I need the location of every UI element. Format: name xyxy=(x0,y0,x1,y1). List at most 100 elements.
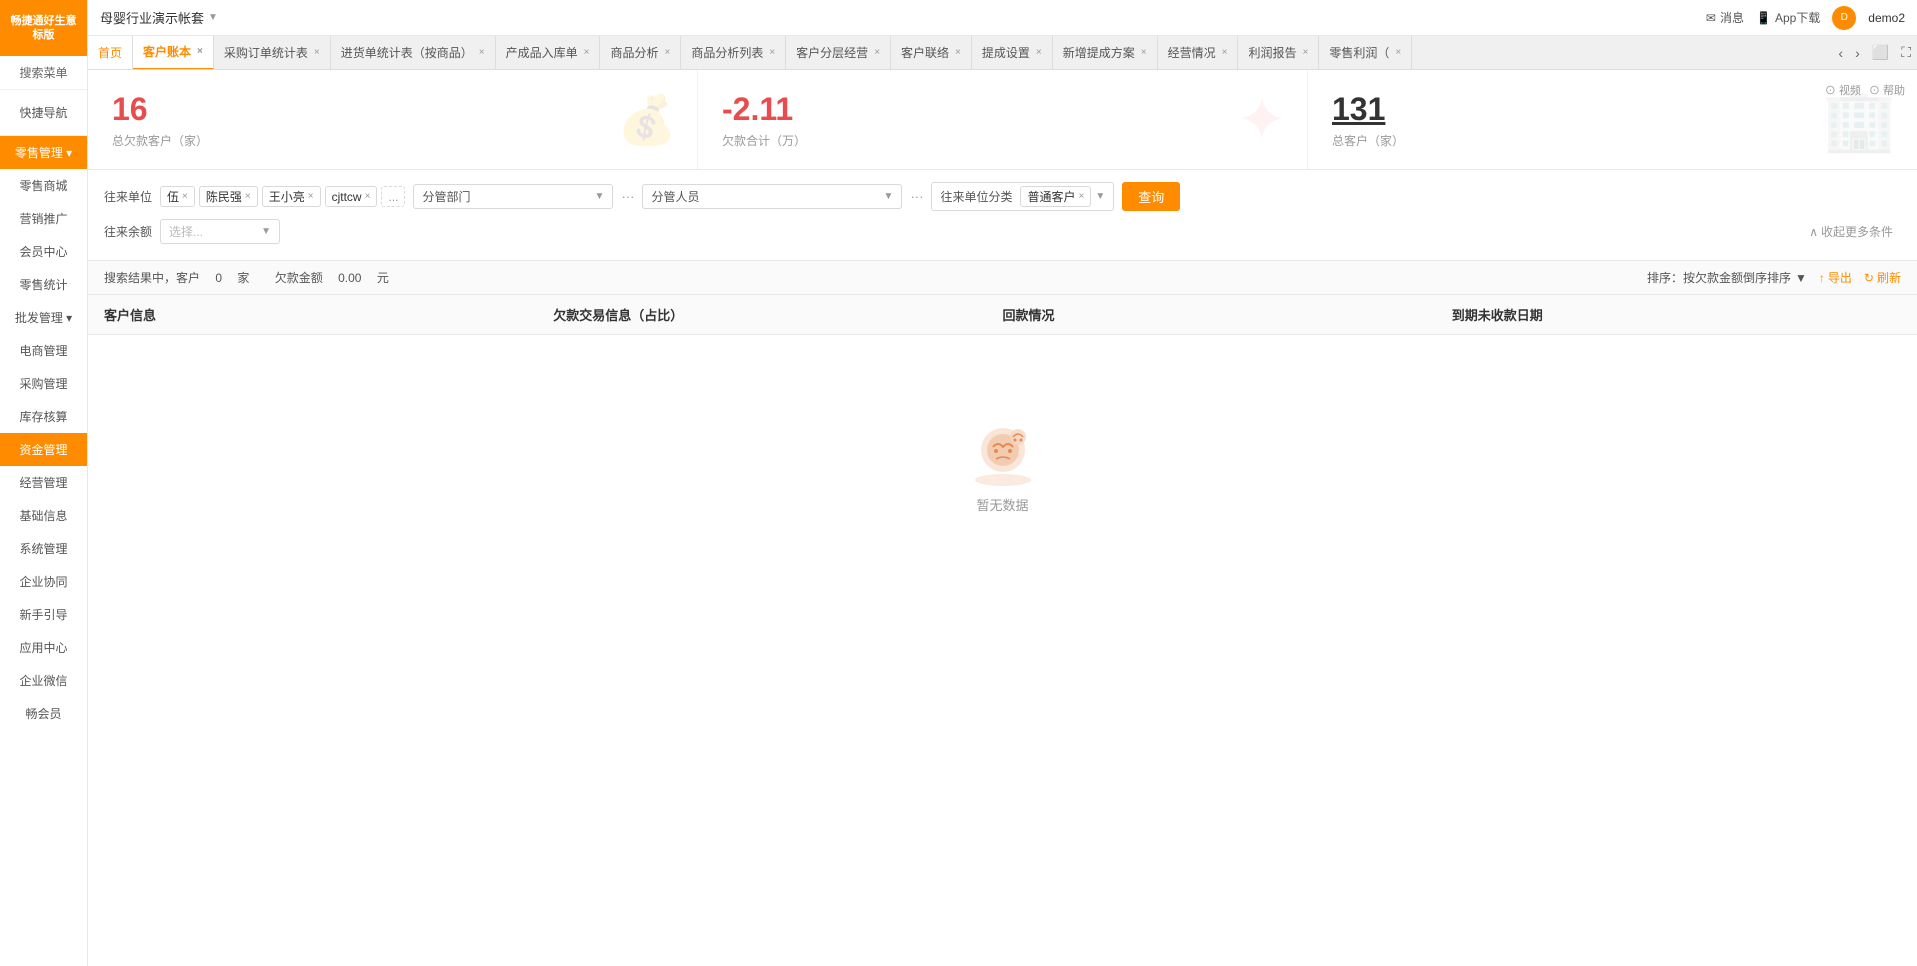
tag-close-0[interactable]: × xyxy=(182,191,188,202)
tab-purchase-orders[interactable]: 采购订单统计表× xyxy=(214,36,331,70)
sort-arrow: ▼ xyxy=(1795,271,1807,285)
filter-tag-0[interactable]: 伍 × xyxy=(160,186,195,207)
tab-close-customers[interactable]: × xyxy=(197,46,203,57)
tab-product-inbound[interactable]: 产成品入库单× xyxy=(496,36,601,70)
tag-close-3[interactable]: × xyxy=(365,191,371,202)
tab-customer-contact[interactable]: 客户联络× xyxy=(891,36,972,70)
tab-profit-report[interactable]: 利润报告× xyxy=(1238,36,1319,70)
tab-close-customer-segment[interactable]: × xyxy=(874,47,880,58)
person-more-icon: ··· xyxy=(910,189,923,204)
sidebar-item-retail-stats[interactable]: 零售统计 xyxy=(0,268,87,301)
balance-selector[interactable]: 选择... ▼ xyxy=(160,219,280,244)
collapse-button[interactable]: ∧ 收起更多条件 xyxy=(1801,220,1901,243)
help-link[interactable]: ⊙ 帮助 xyxy=(1869,82,1905,98)
sidebar-item-new-guide[interactable]: 新手引导 xyxy=(0,598,87,631)
person-arrow: ▼ xyxy=(884,191,894,202)
user-avatar: D xyxy=(1832,6,1856,30)
tab-scroll-right[interactable]: › xyxy=(1849,36,1866,70)
tab-scroll-left[interactable]: ‹ xyxy=(1832,36,1849,70)
sidebar-item-member-center[interactable]: 会员中心 xyxy=(0,235,87,268)
sidebar-item-system-mgmt[interactable]: 系统管理 xyxy=(0,532,87,565)
sidebar-item-retail-mall[interactable]: 零售商城 xyxy=(0,169,87,202)
sort-selector[interactable]: 排序：按欠款金额倒序排序 ▼ xyxy=(1647,269,1807,286)
sort-label: 排序：按欠款金额倒序排序 xyxy=(1647,269,1791,286)
search-menu-button[interactable]: 搜索菜单 xyxy=(0,56,87,90)
tab-close-product-analysis[interactable]: × xyxy=(664,47,670,58)
sidebar-item-app-center[interactable]: 应用中心 xyxy=(0,631,87,664)
tab-retail-profit[interactable]: 零售利润（× xyxy=(1319,36,1412,70)
col-customer-info: 客户信息 xyxy=(104,305,553,324)
tag-close-1[interactable]: × xyxy=(245,191,251,202)
sidebar-logo-text: 畅捷通好生意 标版 xyxy=(11,14,77,43)
store-selector-arrow: ▼ xyxy=(208,12,218,23)
sidebar-item-basic-info[interactable]: 基础信息 xyxy=(0,499,87,532)
sidebar-item-marketing[interactable]: 营销推广 xyxy=(0,202,87,235)
tabbar: 首页客户账本×采购订单统计表×进货单统计表（按商品）×产成品入库单×商品分析×商… xyxy=(88,36,1917,70)
table-empty: 暂无数据 xyxy=(88,335,1917,594)
tab-close-product-analysis-list[interactable]: × xyxy=(769,47,775,58)
export-button[interactable]: ↑ 导出 xyxy=(1819,269,1852,286)
tab-close-operations[interactable]: × xyxy=(1222,47,1228,58)
category-arrow: ▼ xyxy=(1095,191,1105,202)
filter-tag-2[interactable]: 王小亮 × xyxy=(262,186,321,207)
category-tag-close[interactable]: × xyxy=(1078,191,1084,202)
balance-placeholder: 选择... xyxy=(169,223,203,240)
result-info: 搜索结果中，客户 0 家 欠款金额 0.00 元 xyxy=(104,269,413,286)
refresh-button[interactable]: ↻ 刷新 xyxy=(1864,269,1901,286)
tab-settings[interactable]: 提成设置× xyxy=(972,36,1053,70)
sidebar-item-vip[interactable]: 畅会员 xyxy=(0,697,87,730)
tab-customers[interactable]: 客户账本× xyxy=(133,36,214,70)
tab-fullscreen[interactable]: ⛶ xyxy=(1895,36,1917,70)
filter-tag-more[interactable]: ... xyxy=(381,186,405,207)
tab-close-new-commission[interactable]: × xyxy=(1141,47,1147,58)
tab-close-profit-report[interactable]: × xyxy=(1302,47,1308,58)
tab-expand[interactable]: ⬜ xyxy=(1866,36,1895,70)
topbar-left: 母婴行业演示帐套 ▼ xyxy=(100,8,1706,27)
tab-close-retail-profit[interactable]: × xyxy=(1395,47,1401,58)
sidebar-item-corp-collab[interactable]: 企业协同 xyxy=(0,565,87,598)
tab-close-product-inbound[interactable]: × xyxy=(584,47,590,58)
tag-close-2[interactable]: × xyxy=(308,191,314,202)
sidebar-item-quick-nav[interactable]: 快捷导航 xyxy=(0,96,87,129)
export-icon: ↑ xyxy=(1819,271,1825,285)
filter-tag-1[interactable]: 陈民强 × xyxy=(199,186,258,207)
stat-value-debt-amount: -2.11 xyxy=(722,91,793,128)
tab-close-purchase-orders[interactable]: × xyxy=(314,47,320,58)
user-name[interactable]: demo2 xyxy=(1868,11,1905,25)
tab-customer-segment[interactable]: 客户分层经营× xyxy=(786,36,891,70)
store-selector[interactable]: 母婴行业演示帐套 ▼ xyxy=(100,8,218,27)
tab-operations[interactable]: 经营情况× xyxy=(1158,36,1239,70)
category-selector[interactable]: 往来单位分类 普通客户 × ▼ xyxy=(931,182,1114,211)
tab-home[interactable]: 首页 xyxy=(88,36,133,70)
col-debt-info: 欠款交易信息（占比） xyxy=(553,305,1002,324)
filter-row-2: 往来余额 选择... ▼ ∧ 收起更多条件 xyxy=(104,219,1901,244)
sidebar-item-corp-wechat[interactable]: 企业微信 xyxy=(0,664,87,697)
sidebar-item-ecommerce[interactable]: 电商管理 xyxy=(0,334,87,367)
stat-value-total-customers: 131 xyxy=(1332,91,1385,128)
tab-inbound-stats[interactable]: 进货单统计表（按商品）× xyxy=(331,36,496,70)
result-text: 搜索结果中，客户 0 家 欠款金额 0.00 元 xyxy=(104,271,401,285)
sidebar-item-finance[interactable]: 资金管理 xyxy=(0,433,87,466)
tab-close-customer-contact[interactable]: × xyxy=(955,47,961,58)
sidebar-items: 零售管理 ▾零售商城营销推广会员中心零售统计批发管理 ▾电商管理采购管理库存核算… xyxy=(0,136,87,730)
balance-arrow: ▼ xyxy=(261,226,271,237)
query-button[interactable]: 查询 xyxy=(1122,182,1180,211)
sidebar-item-operations-mgmt[interactable]: 经营管理 xyxy=(0,466,87,499)
tab-list: 首页客户账本×采购订单统计表×进货单统计表（按商品）×产成品入库单×商品分析×商… xyxy=(88,36,1832,70)
sidebar-item-inventory[interactable]: 库存核算 xyxy=(0,400,87,433)
message-button[interactable]: ✉ 消息 xyxy=(1706,9,1744,26)
tab-close-settings[interactable]: × xyxy=(1036,47,1042,58)
dept-selector[interactable]: 分管部门 ▼ xyxy=(413,184,613,209)
video-link[interactable]: ⊙ 视频 xyxy=(1825,82,1861,98)
person-selector[interactable]: 分管人员 ▼ xyxy=(642,184,902,209)
filter-tag-3[interactable]: cjttcw × xyxy=(325,186,378,207)
tab-new-commission[interactable]: 新增提成方案× xyxy=(1053,36,1158,70)
sidebar-item-purchase-mgmt[interactable]: 采购管理 xyxy=(0,367,87,400)
sidebar-item-retail-mgmt[interactable]: 零售管理 ▾ xyxy=(0,136,87,169)
result-bar: 搜索结果中，客户 0 家 欠款金额 0.00 元 排序：按欠款金额倒序排序 ▼ … xyxy=(88,261,1917,295)
tab-product-analysis[interactable]: 商品分析× xyxy=(600,36,681,70)
app-download-button[interactable]: 📱 App下载 xyxy=(1756,9,1820,26)
tab-close-inbound-stats[interactable]: × xyxy=(479,47,485,58)
tab-product-analysis-list[interactable]: 商品分析列表× xyxy=(681,36,786,70)
sidebar-item-wholesale-mgmt[interactable]: 批发管理 ▾ xyxy=(0,301,87,334)
